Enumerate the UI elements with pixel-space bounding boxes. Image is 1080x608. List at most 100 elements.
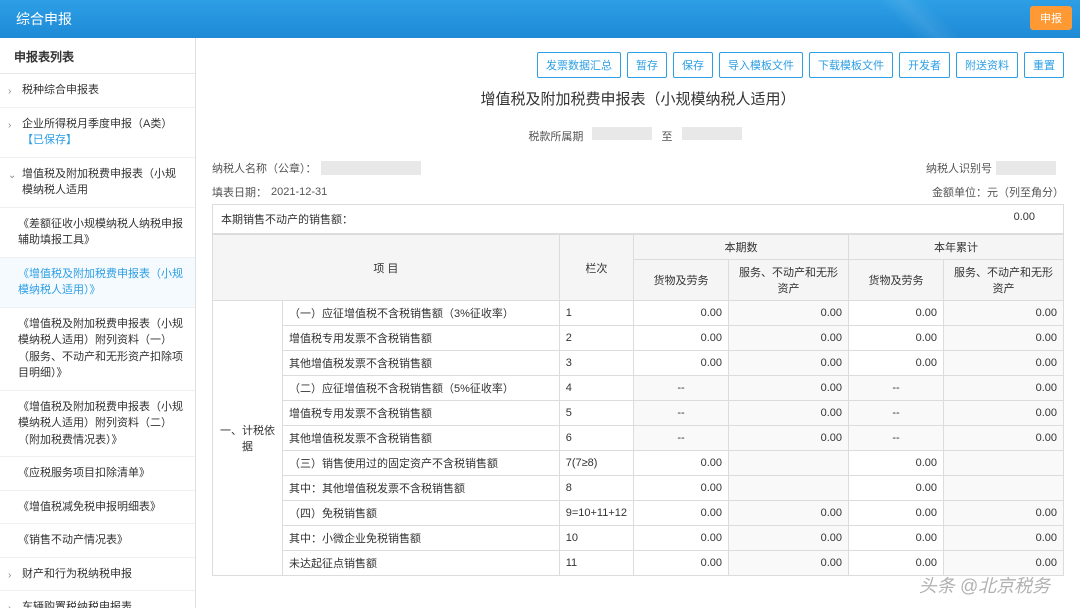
sidebar-item-tax-type[interactable]: › 税种综合申报表 (0, 74, 195, 108)
sidebar-item-label: 《增值税及附加税费申报表（小规模纳税人适用）附列资料（一）（服务、不动产和无形资… (18, 318, 183, 380)
chevron-right-icon: › (8, 568, 11, 583)
app-title: 综合申报 (16, 9, 72, 29)
cell-value[interactable]: 0.00 (634, 501, 729, 526)
cell-value[interactable]: 0.00 (729, 501, 849, 526)
developer-button[interactable]: 开发者 (899, 52, 950, 78)
cell-value[interactable]: 0.00 (944, 426, 1064, 451)
sidebar-item-attach2[interactable]: 《增值税及附加税费申报表（小规模纳税人适用）附列资料（二）（附加税费情况表）》 (0, 391, 195, 458)
cell-value[interactable]: 0.00 (849, 526, 944, 551)
cell-value[interactable]: 0.00 (849, 451, 944, 476)
property-sale-row: 本期销售不动产的销售额： 0.00 (212, 204, 1064, 234)
table-row: 一、计税依据（一）应征增值税不含税销售额（3%征收率）10.000.000.00… (213, 301, 1064, 326)
cell-value[interactable]: 0.00 (944, 501, 1064, 526)
table-row: 其他增值税发票不含税销售额6--0.00--0.00 (213, 426, 1064, 451)
sidebar-title: 申报表列表 (0, 38, 195, 74)
stage-button[interactable]: 暂存 (627, 52, 667, 78)
sidebar-item-label: 增值税及附加税费申报表（小规模纳税人适用 (22, 168, 176, 197)
reset-button[interactable]: 重置 (1024, 52, 1064, 78)
cell-value[interactable]: 0.00 (729, 301, 849, 326)
save-button[interactable]: 保存 (673, 52, 713, 78)
cell-value[interactable]: 0.00 (634, 351, 729, 376)
cell-value[interactable]: 0.00 (729, 326, 849, 351)
cell-value[interactable]: 0.00 (729, 526, 849, 551)
cell-col: 9=10+11+12 (559, 501, 633, 526)
table-row: 其中：小微企业免税销售额100.000.000.000.00 (213, 526, 1064, 551)
cell-value[interactable]: 0.00 (634, 301, 729, 326)
sidebar-item-deduct[interactable]: 《应税服务项目扣除清单》 (0, 457, 195, 491)
cell-value[interactable]: 0.00 (944, 301, 1064, 326)
th-item: 项 目 (213, 235, 560, 301)
cell-value[interactable]: 0.00 (634, 551, 729, 576)
cell-col: 8 (559, 476, 633, 501)
cell-item: （二）应征增值税不含税销售额（5%征收率） (283, 376, 560, 401)
property-sale-value[interactable]: 0.00 (361, 211, 1055, 227)
import-template-button[interactable]: 导入模板文件 (719, 52, 803, 78)
cell-item: （一）应征增值税不含税销售额（3%征收率） (283, 301, 560, 326)
sidebar-item-label: 税种综合申报表 (22, 84, 99, 96)
app-header: 综合申报 申报 (0, 0, 1080, 38)
cell-col: 3 (559, 351, 633, 376)
table-row: 其他增值税发票不含税销售额30.000.000.000.00 (213, 351, 1064, 376)
cell-col: 2 (559, 326, 633, 351)
cell-value[interactable]: 0.00 (634, 476, 729, 501)
sidebar-item-property-sale[interactable]: 《销售不动产情况表》 (0, 524, 195, 558)
chevron-right-icon: › (8, 118, 11, 133)
cell-value[interactable]: 0.00 (849, 326, 944, 351)
cell-value[interactable]: 0.00 (849, 301, 944, 326)
attachment-button[interactable]: 附送资料 (956, 52, 1018, 78)
cell-col: 11 (559, 551, 633, 576)
sidebar-item-property-tax[interactable]: › 财产和行为税纳税申报 (0, 558, 195, 592)
row-group-label: 一、计税依据 (213, 301, 283, 576)
sidebar-item-vehicle-tax[interactable]: › 车辆购置税纳税申报表 (0, 591, 195, 608)
form-title: 增值税及附加税费申报表（小规模纳税人适用） (212, 88, 1064, 109)
cell-value[interactable]: 0.00 (944, 326, 1064, 351)
cell-value[interactable]: 0.00 (849, 501, 944, 526)
chevron-down-icon: ⌄ (8, 168, 16, 183)
cell-value[interactable]: 0.00 (729, 401, 849, 426)
cell-item: （三）销售使用过的固定资产不含税销售额 (283, 451, 560, 476)
cell-value: -- (634, 401, 729, 426)
sidebar-item-diff-tool[interactable]: 《差额征收小规模纳税人纳税申报辅助填报工具》 (0, 208, 195, 258)
sidebar-item-vat[interactable]: ⌄ 增值税及附加税费申报表（小规模纳税人适用 (0, 158, 195, 208)
period-end-blank (682, 127, 742, 140)
cell-value[interactable]: 0.00 (729, 376, 849, 401)
cell-value[interactable]: 0.00 (634, 326, 729, 351)
cell-value[interactable]: 0.00 (944, 376, 1064, 401)
cell-item: 增值税专用发票不含税销售额 (283, 326, 560, 351)
cell-value[interactable]: 0.00 (944, 526, 1064, 551)
taxpayer-name-label: 纳税人名称（公章）： (212, 160, 317, 176)
sidebar-item-exempt[interactable]: 《增值税减免税申报明细表》 (0, 491, 195, 525)
sidebar-item-label: 《销售不动产情况表》 (18, 534, 128, 546)
cell-value[interactable]: 0.00 (944, 401, 1064, 426)
sidebar-item-attach1[interactable]: 《增值税及附加税费申报表（小规模纳税人适用）附列资料（一）（服务、不动产和无形资… (0, 308, 195, 391)
cell-value[interactable]: 0.00 (729, 351, 849, 376)
cell-value[interactable]: 0.00 (634, 526, 729, 551)
cell-value[interactable]: 0.00 (944, 551, 1064, 576)
cell-value: -- (849, 426, 944, 451)
sidebar-item-label: 《增值税减免税申报明细表》 (18, 501, 161, 513)
sidebar-item-vat-main[interactable]: 《增值税及附加税费申报表（小规模纳税人适用）》 (0, 258, 195, 308)
cell-value[interactable]: 0.00 (634, 451, 729, 476)
taxpayer-row: 纳税人名称（公章）： 纳税人识别号 (212, 156, 1064, 180)
cell-item: （四）免税销售额 (283, 501, 560, 526)
fill-date-label: 填表日期： (212, 184, 267, 200)
cell-value[interactable]: 0.00 (944, 351, 1064, 376)
taxpayer-id-label: 纳税人识别号 (926, 160, 992, 176)
cell-value[interactable]: 0.00 (849, 351, 944, 376)
cell-value[interactable]: 0.00 (849, 476, 944, 501)
sidebar-item-corp-tax[interactable]: › 企业所得税月季度申报（A类） 【已保存】 (0, 108, 195, 158)
cell-value: -- (634, 376, 729, 401)
cell-item: 未达起征点销售额 (283, 551, 560, 576)
download-template-button[interactable]: 下载模板文件 (809, 52, 893, 78)
cell-value[interactable]: 0.00 (849, 551, 944, 576)
cell-col: 6 (559, 426, 633, 451)
saved-badge: 【已保存】 (22, 134, 77, 146)
sidebar-item-label: 《增值税及附加税费申报表（小规模纳税人适用）附列资料（二）（附加税费情况表）》 (18, 401, 183, 446)
cell-value[interactable]: 0.00 (729, 426, 849, 451)
invoice-summary-button[interactable]: 发票数据汇总 (537, 52, 621, 78)
cell-value[interactable]: 0.00 (729, 551, 849, 576)
sidebar: 申报表列表 › 税种综合申报表 › 企业所得税月季度申报（A类） 【已保存】 ⌄… (0, 38, 196, 608)
declare-button[interactable]: 申报 (1030, 6, 1072, 30)
cell-item: 其中：其他增值税发票不含税销售额 (283, 476, 560, 501)
th-service1: 服务、不动产和无形资产 (729, 260, 849, 301)
